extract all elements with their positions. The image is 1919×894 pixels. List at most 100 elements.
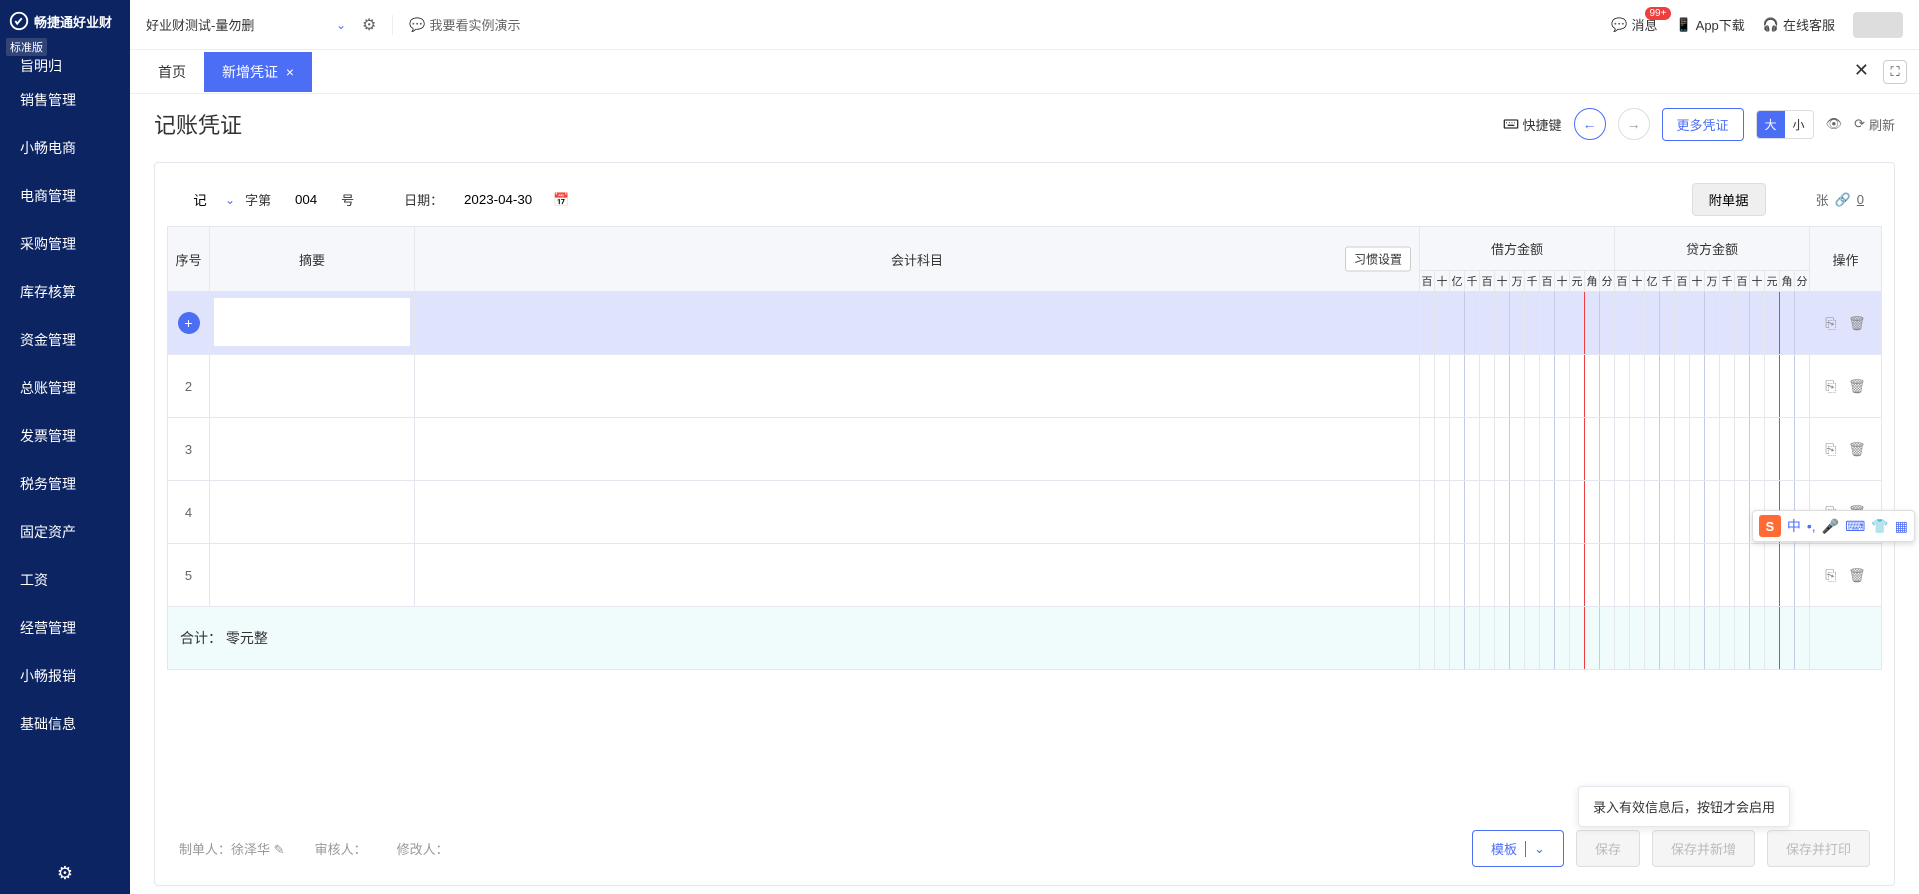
shortcut-button[interactable]: 快捷键 [1503,115,1562,134]
ime-menu-icon[interactable]: ▦ [1895,518,1908,535]
tab-new-voucher[interactable]: 新增凭证 × [204,52,312,92]
message-badge: 99+ [1645,7,1672,20]
settings-gear-icon[interactable]: ⚙ [57,863,73,884]
tab-home[interactable]: 首页 [140,52,204,92]
template-button[interactable]: 模板 ⌄ [1472,830,1564,867]
message-icon: 💬 [1611,17,1627,33]
support-link[interactable]: 🎧 在线客服 [1763,15,1835,34]
habit-settings-button[interactable]: 习惯设置 [1345,247,1411,272]
sidebar-item-inventory[interactable]: 库存核算 [0,268,130,316]
summary-input[interactable] [214,298,410,346]
edit-icon[interactable]: ✎ [274,842,285,857]
summary-cell[interactable] [210,481,415,544]
nav-list: 旨明归 销售管理 小畅电商 电商管理 采购管理 库存核算 资金管理 总账管理 发… [0,56,130,870]
demo-link[interactable]: 💬 我要看实例演示 [409,15,520,34]
digit-header: 十 [1435,271,1450,292]
voucher-table: 序号 摘要 会计科目 习惯设置 借方金额 贷方金额 操作 百十亿千百十万千百十元… [167,226,1882,670]
page-title: 记账凭证 [154,108,242,140]
ime-skin-icon[interactable]: 👕 [1871,518,1888,535]
fullscreen-icon[interactable]: ⛶ [1883,60,1907,84]
sidebar: 畅捷通好业财 标准版 旨明归 销售管理 小畅电商 电商管理 采购管理 库存核算 … [0,0,130,894]
user-avatar[interactable] [1853,12,1903,38]
delete-icon[interactable]: 🗑 [1848,567,1866,583]
ime-punct-icon[interactable]: •, [1807,518,1816,534]
table-row: 2 ⎘ 🗑 [168,355,1882,418]
voucher-date-input[interactable] [453,192,543,207]
refresh-button[interactable]: ⟳ 刷新 [1854,115,1895,134]
voucher-type-input[interactable] [185,192,215,207]
col-ops: 操作 [1810,227,1882,292]
close-icon[interactable]: × [286,64,294,80]
calendar-icon[interactable]: 📅 [553,192,569,208]
copy-icon[interactable]: ⎘ [1825,567,1836,583]
digit-header: 百 [1480,271,1495,292]
col-debit: 借方金额 [1420,227,1615,271]
messages-link[interactable]: 💬 消息 99+ [1611,15,1657,34]
table-row: 4 ⎘ 🗑 [168,481,1882,544]
subject-cell[interactable] [415,292,1420,355]
sidebar-item-xcec[interactable]: 小畅电商 [0,124,130,172]
page-close-button[interactable]: ✕ [1854,60,1869,81]
total-row: 合计： 零元整 [168,607,1882,670]
brand-name: 畅捷通好业财 [34,12,112,31]
ime-lang[interactable]: 中 [1787,516,1801,536]
sidebar-item-fund[interactable]: 资金管理 [0,316,130,364]
digit-header: 万 [1705,271,1720,292]
sidebar-item-bi[interactable]: 经营管理 [0,604,130,652]
next-button[interactable]: → [1618,108,1650,140]
sidebar-item-asset[interactable]: 固定资产 [0,508,130,556]
ime-toolbar[interactable]: S 中 •, 🎤 ⌨ 👕 ▦ [1752,510,1915,542]
sidebar-item-salary[interactable]: 工资 [0,556,130,604]
sidebar-item-ledger[interactable]: 总账管理 [0,364,130,412]
credit-amount [1615,292,1809,354]
ime-keyboard-icon[interactable]: ⌨ [1845,518,1865,535]
sidebar-item-expense[interactable]: 小畅报销 [0,652,130,700]
gear-icon[interactable]: ⚙ [362,15,376,35]
sidebar-item-invoice[interactable]: 发票管理 [0,412,130,460]
digit-header: 百 [1420,271,1435,292]
digit-header: 十 [1690,271,1705,292]
brand-logo-icon [8,10,30,32]
copy-icon[interactable]: ⎘ [1825,315,1836,331]
refresh-icon: ⟳ [1854,116,1865,132]
voucher-number-input[interactable] [281,192,331,207]
link-icon[interactable]: 🔗 [1835,192,1851,208]
save-button: 保存 [1576,830,1640,867]
subject-cell[interactable] [415,418,1420,481]
copy-icon[interactable]: ⎘ [1825,441,1836,457]
subject-cell[interactable] [415,355,1420,418]
size-small[interactable]: 小 [1785,111,1813,138]
ime-voice-icon[interactable]: 🎤 [1822,518,1839,535]
digit-header: 分 [1795,271,1810,292]
sidebar-item-purchase[interactable]: 采购管理 [0,220,130,268]
org-selector[interactable]: 好业财测试-量勿删 ⌄ [146,15,346,34]
app-download-link[interactable]: 📱 App下载 [1675,15,1744,34]
summary-cell[interactable] [210,418,415,481]
delete-icon[interactable]: 🗑 [1848,378,1866,394]
chevron-down-icon[interactable]: ⌄ [225,193,235,207]
digit-header: 元 [1570,271,1585,292]
subject-cell[interactable] [415,544,1420,607]
digit-header: 千 [1525,271,1540,292]
summary-cell[interactable] [210,355,415,418]
sidebar-item-tax[interactable]: 税务管理 [0,460,130,508]
add-row-button[interactable]: + [178,312,200,334]
sidebar-item-sales[interactable]: 销售管理 [0,76,130,124]
more-vouchers-button[interactable]: 更多凭证 [1662,108,1744,141]
prev-button[interactable]: ← [1574,108,1606,140]
copy-icon[interactable]: ⎘ [1825,378,1836,394]
sidebar-item-basic[interactable]: 基础信息 [0,700,130,748]
eye-icon[interactable]: 👁 [1826,116,1843,132]
digit-header: 元 [1765,271,1780,292]
voucher-table-wrap: 序号 摘要 会计科目 习惯设置 借方金额 贷方金额 操作 百十亿千百十万千百十元… [155,226,1894,812]
attachment-button[interactable]: 附单据 [1692,183,1766,216]
subject-cell[interactable] [415,481,1420,544]
digit-header: 十 [1555,271,1570,292]
org-name: 好业财测试-量勿删 [146,15,254,34]
sidebar-item[interactable]: 旨明归 [0,56,130,76]
delete-icon[interactable]: 🗑 [1848,441,1866,457]
sidebar-item-ecom[interactable]: 电商管理 [0,172,130,220]
summary-cell[interactable] [210,544,415,607]
size-big[interactable]: 大 [1757,111,1785,138]
delete-icon[interactable]: 🗑 [1848,315,1866,331]
